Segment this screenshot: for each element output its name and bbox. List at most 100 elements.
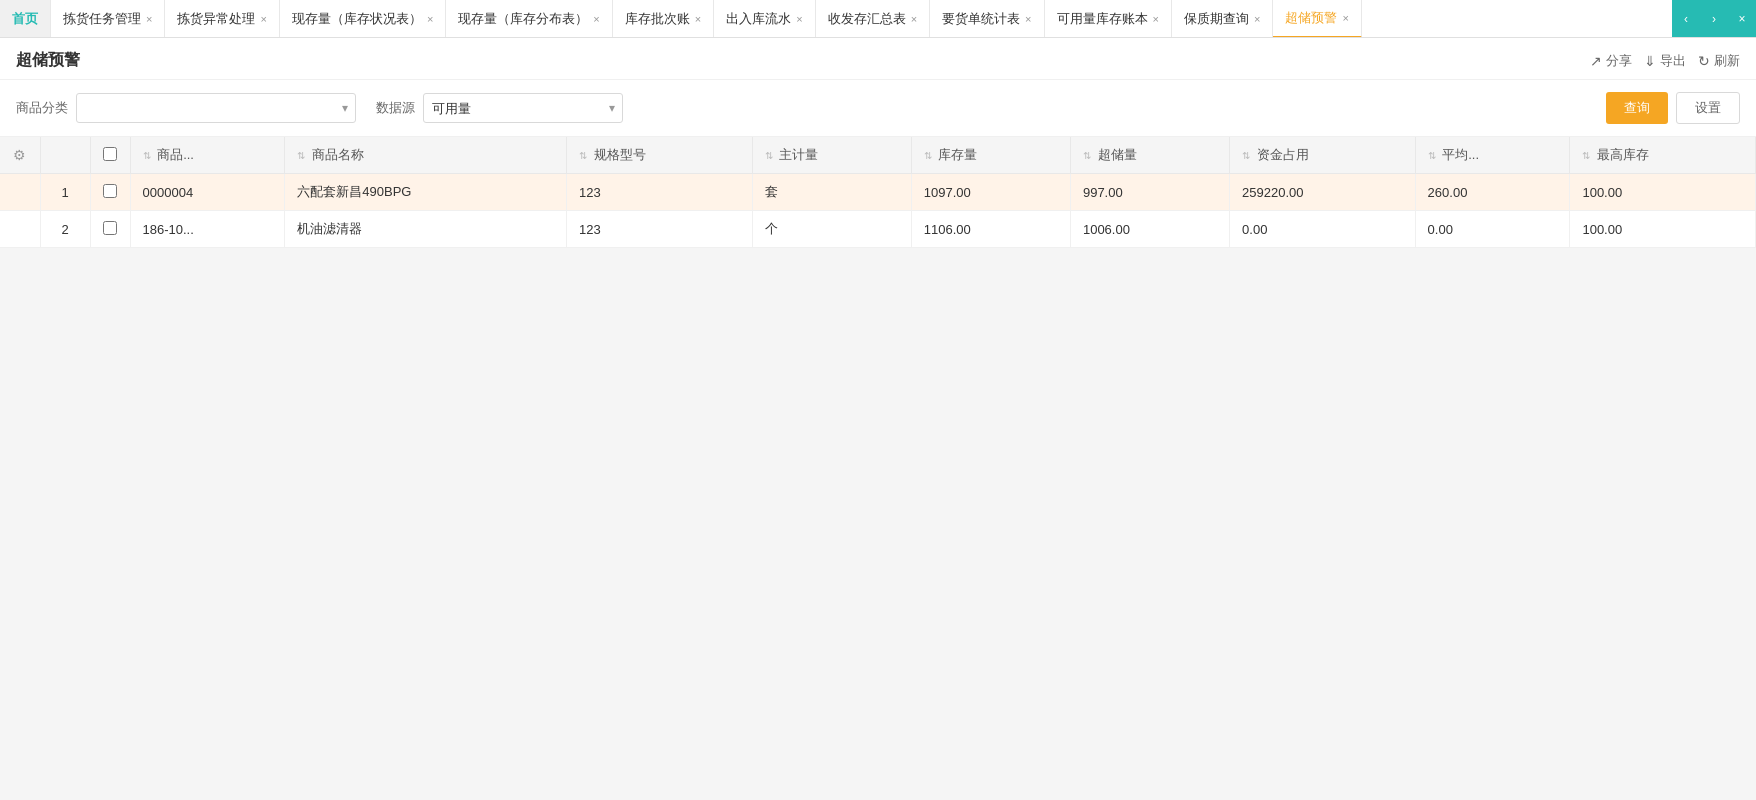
nav-close-all-button[interactable]: × (1728, 0, 1756, 38)
nav-item-label: 库存批次账 (625, 10, 690, 28)
nav-close-abnormal[interactable]: × (260, 13, 266, 25)
sort-icon-max-stock: ⇅ (1582, 150, 1590, 161)
col-header-capital[interactable]: ⇅ 资金占用 (1230, 137, 1416, 174)
nav-item-available-account[interactable]: 可用量库存账本 × (1045, 0, 1172, 38)
sort-icon-overstock: ⇅ (1083, 150, 1091, 161)
nav-item-abnormal[interactable]: 拣货异常处理 × (165, 0, 279, 38)
col-header-overstock[interactable]: ⇅ 超储量 (1070, 137, 1229, 174)
nav-close-inventory-dist[interactable]: × (593, 13, 599, 25)
refresh-icon: ↻ (1698, 53, 1710, 69)
row-product-name-1: 机油滤清器 (285, 211, 567, 248)
col-header-index (40, 137, 90, 174)
row-spec-1: 123 (567, 211, 753, 248)
datasource-label: 数据源 (376, 99, 415, 117)
share-button[interactable]: ↗ 分享 (1590, 52, 1632, 70)
nav-close-available-account[interactable]: × (1153, 13, 1159, 25)
select-all-checkbox[interactable] (103, 147, 117, 161)
sort-icon-product-code: ⇅ (143, 150, 151, 161)
col-header-avg[interactable]: ⇅ 平均... (1415, 137, 1570, 174)
refresh-button[interactable]: ↻ 刷新 (1698, 52, 1740, 70)
nav-next-button[interactable]: › (1700, 0, 1728, 38)
nav-item-label: 可用量库存账本 (1057, 10, 1148, 28)
col-header-max-stock[interactable]: ⇅ 最高库存 (1570, 137, 1756, 174)
nav-item-label: 超储预警 (1285, 9, 1337, 27)
row-unit-0: 套 (752, 174, 911, 211)
nav-item-label: 要货单统计表 (942, 10, 1020, 28)
sort-icon-capital: ⇅ (1242, 150, 1250, 161)
filter-bar: 商品分类 数据源 可用量 库存量 查询 设置 (0, 80, 1756, 137)
page-title: 超储预警 (16, 50, 80, 71)
settings-gear-icon[interactable]: ⚙ (13, 147, 26, 163)
nav-arrows: ‹ › × (1672, 0, 1756, 38)
nav-item-label: 现存量（库存状况表） (292, 10, 422, 28)
nav-item-label: 收发存汇总表 (828, 10, 906, 28)
table-header-row: ⚙ ⇅ 商品... ⇅ 商品名称 ⇅ (0, 137, 1756, 174)
settings-button[interactable]: 设置 (1676, 92, 1740, 124)
col-header-unit[interactable]: ⇅ 主计量 (752, 137, 911, 174)
nav-close-receive-summary[interactable]: × (911, 13, 917, 25)
nav-item-overstock-alert[interactable]: 超储预警 × (1273, 0, 1361, 38)
datasource-select[interactable]: 可用量 库存量 (423, 93, 623, 123)
col-header-spec[interactable]: ⇅ 规格型号 (567, 137, 753, 174)
nav-item-receive-summary[interactable]: 收发存汇总表 × (816, 0, 930, 38)
page-content: 超储预警 ↗ 分享 ⇓ 导出 ↻ 刷新 商品分类 (0, 38, 1756, 248)
col-header-checkbox (90, 137, 130, 174)
category-select-wrapper (76, 93, 356, 123)
nav-close-inventory-status[interactable]: × (427, 13, 433, 25)
row-checkbox-cell-0 (90, 174, 130, 211)
top-nav: 首页 拣货任务管理×拣货异常处理×现存量（库存状况表）×现存量（库存分布表）×库… (0, 0, 1756, 38)
row-index-0: 1 (40, 174, 90, 211)
page-header: 超储预警 ↗ 分享 ⇓ 导出 ↻ 刷新 (0, 38, 1756, 80)
query-button[interactable]: 查询 (1606, 92, 1668, 124)
nav-item-batch-account[interactable]: 库存批次账 × (613, 0, 714, 38)
row-product-name-0: 六配套新昌490BPG (285, 174, 567, 211)
col-header-inventory[interactable]: ⇅ 库存量 (911, 137, 1070, 174)
table-container: ⚙ ⇅ 商品... ⇅ 商品名称 ⇅ (0, 137, 1756, 248)
row-inventory-1: 1106.00 (911, 211, 1070, 248)
col-header-product-code[interactable]: ⇅ 商品... (130, 137, 285, 174)
category-select[interactable] (76, 93, 356, 123)
row-checkbox-0[interactable] (103, 184, 117, 198)
nav-item-label: 拣货任务管理 (63, 10, 141, 28)
row-checkbox-1[interactable] (103, 221, 117, 235)
nav-item-order-stats[interactable]: 要货单统计表 × (930, 0, 1044, 38)
row-spec-0: 123 (567, 174, 753, 211)
row-capital-0: 259220.00 (1230, 174, 1416, 211)
nav-close-overstock-alert[interactable]: × (1342, 12, 1348, 24)
nav-item-inventory-status[interactable]: 现存量（库存状况表） × (280, 0, 446, 38)
row-max-stock-1: 100.00 (1570, 211, 1756, 248)
export-button[interactable]: ⇓ 导出 (1644, 52, 1686, 70)
nav-close-batch-account[interactable]: × (695, 13, 701, 25)
nav-item-quality-period[interactable]: 保质期查询 × (1172, 0, 1273, 38)
nav-close-task-mgmt[interactable]: × (146, 13, 152, 25)
row-inventory-0: 1097.00 (911, 174, 1070, 211)
category-filter-group: 商品分类 (16, 93, 356, 123)
row-max-stock-0: 100.00 (1570, 174, 1756, 211)
row-product-code-0: 0000004 (130, 174, 285, 211)
nav-item-label: 拣货异常处理 (177, 10, 255, 28)
row-settings-0 (0, 174, 40, 211)
row-unit-1: 个 (752, 211, 911, 248)
nav-item-label: 出入库流水 (726, 10, 791, 28)
col-header-product-name[interactable]: ⇅ 商品名称 (285, 137, 567, 174)
row-overstock-1: 1006.00 (1070, 211, 1229, 248)
header-actions: ↗ 分享 ⇓ 导出 ↻ 刷新 (1590, 52, 1740, 70)
nav-item-inventory-dist[interactable]: 现存量（库存分布表） × (446, 0, 612, 38)
row-capital-1: 0.00 (1230, 211, 1416, 248)
share-icon: ↗ (1590, 53, 1602, 69)
nav-close-inout-flow[interactable]: × (796, 13, 802, 25)
nav-home[interactable]: 首页 (0, 0, 51, 38)
filter-actions: 查询 设置 (1606, 92, 1740, 124)
nav-item-task-mgmt[interactable]: 拣货任务管理 × (51, 0, 165, 38)
nav-item-inout-flow[interactable]: 出入库流水 × (714, 0, 815, 38)
nav-close-quality-period[interactable]: × (1254, 13, 1260, 25)
sort-icon-avg: ⇅ (1428, 150, 1436, 161)
row-index-1: 2 (40, 211, 90, 248)
nav-item-label: 现存量（库存分布表） (458, 10, 588, 28)
datasource-select-wrapper: 可用量 库存量 (423, 93, 623, 123)
data-table: ⚙ ⇅ 商品... ⇅ 商品名称 ⇅ (0, 137, 1756, 248)
nav-prev-button[interactable]: ‹ (1672, 0, 1700, 38)
nav-close-order-stats[interactable]: × (1025, 13, 1031, 25)
nav-item-label: 保质期查询 (1184, 10, 1249, 28)
category-label: 商品分类 (16, 99, 68, 117)
